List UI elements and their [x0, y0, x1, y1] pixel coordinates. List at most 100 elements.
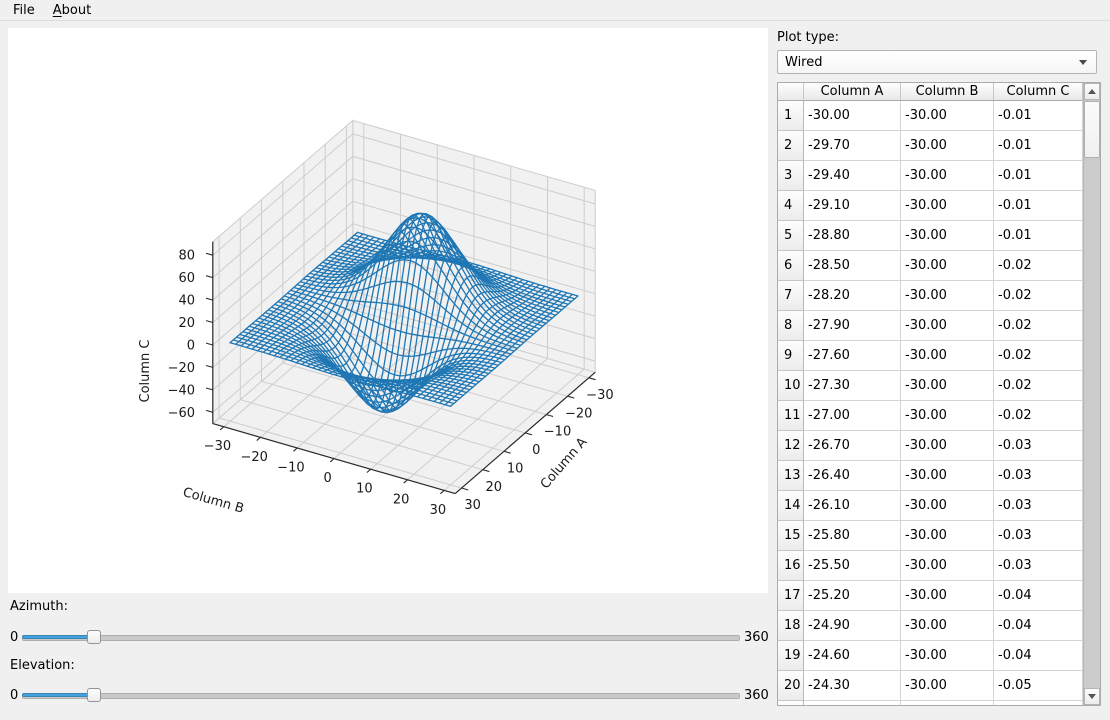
row-number-cell[interactable]: 11	[778, 401, 804, 431]
cell-a[interactable]: -25.20	[804, 581, 901, 611]
cell-a[interactable]: -24.60	[804, 641, 901, 671]
elevation-slider-handle[interactable]	[87, 688, 101, 702]
cell-c[interactable]: -0.02	[994, 371, 1083, 401]
row-number-cell[interactable]: 2	[778, 131, 804, 161]
row-number-cell[interactable]: 6	[778, 251, 804, 281]
cell-b[interactable]: -30.00	[901, 131, 994, 161]
cell-b[interactable]: -30.00	[901, 251, 994, 281]
row-number-cell[interactable]: 1	[778, 101, 804, 131]
cell-a[interactable]: -28.20	[804, 281, 901, 311]
cell-b[interactable]: -30.00	[901, 281, 994, 311]
menu-item-file[interactable]: File	[4, 2, 44, 19]
elevation-slider[interactable]	[22, 687, 738, 703]
cell-c[interactable]: -0.02	[994, 341, 1083, 371]
cell-c[interactable]: -0.01	[994, 161, 1083, 191]
cell-a[interactable]: -29.10	[804, 191, 901, 221]
table-corner-header[interactable]	[778, 83, 804, 101]
cell-b[interactable]: -30.00	[901, 461, 994, 491]
cell-a[interactable]: -27.90	[804, 311, 901, 341]
cell-c[interactable]: -0.03	[994, 491, 1083, 521]
cell-c[interactable]: -0.03	[994, 551, 1083, 581]
row-number-cell[interactable]: 5	[778, 221, 804, 251]
azimuth-slider-track[interactable]	[22, 635, 740, 641]
cell-a[interactable]: -27.00	[804, 401, 901, 431]
cell-a[interactable]: -26.70	[804, 431, 901, 461]
cell-c[interactable]: -0.02	[994, 281, 1083, 311]
cell-b[interactable]: -30.00	[901, 161, 994, 191]
cell-a[interactable]: -27.30	[804, 371, 901, 401]
row-number-cell[interactable]: 19	[778, 641, 804, 671]
row-number-cell[interactable]: 15	[778, 521, 804, 551]
row-number-cell[interactable]: 10	[778, 371, 804, 401]
cell-a[interactable]: -26.40	[804, 461, 901, 491]
cell-a[interactable]: -29.70	[804, 131, 901, 161]
row-number-cell[interactable]: 9	[778, 341, 804, 371]
scrollbar-thumb[interactable]	[1084, 101, 1100, 158]
cell-a[interactable]: -24.90	[804, 611, 901, 641]
column-header-b[interactable]: Column B	[901, 83, 994, 101]
cell-b[interactable]: -30.00	[901, 521, 994, 551]
menu-item-about[interactable]: About	[44, 2, 100, 19]
cell-b[interactable]: -30.00	[901, 431, 994, 461]
plot-canvas-3d[interactable]: −30−20−100102030−30−20−100102030−60−40−2…	[8, 28, 768, 593]
cell-b[interactable]: -30.00	[901, 371, 994, 401]
cell-c[interactable]	[994, 701, 1083, 706]
cell-b[interactable]: -30.00	[901, 311, 994, 341]
cell-b[interactable]: -30.00	[901, 191, 994, 221]
cell-c[interactable]: -0.04	[994, 581, 1083, 611]
cell-a[interactable]: -29.40	[804, 161, 901, 191]
row-number-cell[interactable]: 18	[778, 611, 804, 641]
scrollbar-down-button[interactable]	[1084, 688, 1100, 705]
azimuth-slider[interactable]	[22, 629, 738, 645]
cell-a[interactable]: -28.80	[804, 221, 901, 251]
cell-c[interactable]: -0.01	[994, 191, 1083, 221]
cell-c[interactable]: -0.01	[994, 131, 1083, 161]
cell-c[interactable]: -0.01	[994, 221, 1083, 251]
cell-c[interactable]: -0.02	[994, 251, 1083, 281]
cell-a[interactable]: -28.50	[804, 251, 901, 281]
scrollbar-up-button[interactable]	[1084, 83, 1100, 100]
azimuth-slider-handle[interactable]	[87, 630, 101, 644]
cell-b[interactable]: -30.00	[901, 491, 994, 521]
row-number-cell[interactable]	[778, 701, 804, 706]
row-number-cell[interactable]: 7	[778, 281, 804, 311]
cell-c[interactable]: -0.04	[994, 611, 1083, 641]
plot-type-combobox[interactable]: Wired	[777, 50, 1097, 74]
cell-b[interactable]: -30.00	[901, 341, 994, 371]
cell-a[interactable]: -25.80	[804, 521, 901, 551]
row-number-cell[interactable]: 13	[778, 461, 804, 491]
column-header-a[interactable]: Column A	[804, 83, 901, 101]
cell-c[interactable]: -0.01	[994, 101, 1083, 131]
row-number-cell[interactable]: 14	[778, 491, 804, 521]
cell-c[interactable]: -0.05	[994, 671, 1083, 701]
column-header-c[interactable]: Column C	[994, 83, 1083, 101]
cell-b[interactable]: -30.00	[901, 671, 994, 701]
cell-b[interactable]	[901, 701, 994, 706]
cell-c[interactable]: -0.02	[994, 311, 1083, 341]
row-number-cell[interactable]: 4	[778, 191, 804, 221]
cell-b[interactable]: -30.00	[901, 221, 994, 251]
cell-a[interactable]: -27.60	[804, 341, 901, 371]
table-scrollbar[interactable]	[1083, 83, 1100, 705]
cell-a[interactable]: -26.10	[804, 491, 901, 521]
cell-c[interactable]: -0.03	[994, 431, 1083, 461]
cell-b[interactable]: -30.00	[901, 101, 994, 131]
cell-b[interactable]: -30.00	[901, 551, 994, 581]
cell-c[interactable]: -0.04	[994, 641, 1083, 671]
row-number-cell[interactable]: 8	[778, 311, 804, 341]
cell-b[interactable]: -30.00	[901, 611, 994, 641]
cell-a[interactable]: -30.00	[804, 101, 901, 131]
elevation-slider-track[interactable]	[22, 693, 740, 699]
cell-c[interactable]: -0.02	[994, 401, 1083, 431]
cell-a[interactable]	[804, 701, 901, 706]
row-number-cell[interactable]: 20	[778, 671, 804, 701]
cell-a[interactable]: -25.50	[804, 551, 901, 581]
cell-b[interactable]: -30.00	[901, 401, 994, 431]
cell-c[interactable]: -0.03	[994, 461, 1083, 491]
cell-a[interactable]: -24.30	[804, 671, 901, 701]
cell-b[interactable]: -30.00	[901, 581, 994, 611]
row-number-cell[interactable]: 16	[778, 551, 804, 581]
row-number-cell[interactable]: 17	[778, 581, 804, 611]
row-number-cell[interactable]: 12	[778, 431, 804, 461]
row-number-cell[interactable]: 3	[778, 161, 804, 191]
